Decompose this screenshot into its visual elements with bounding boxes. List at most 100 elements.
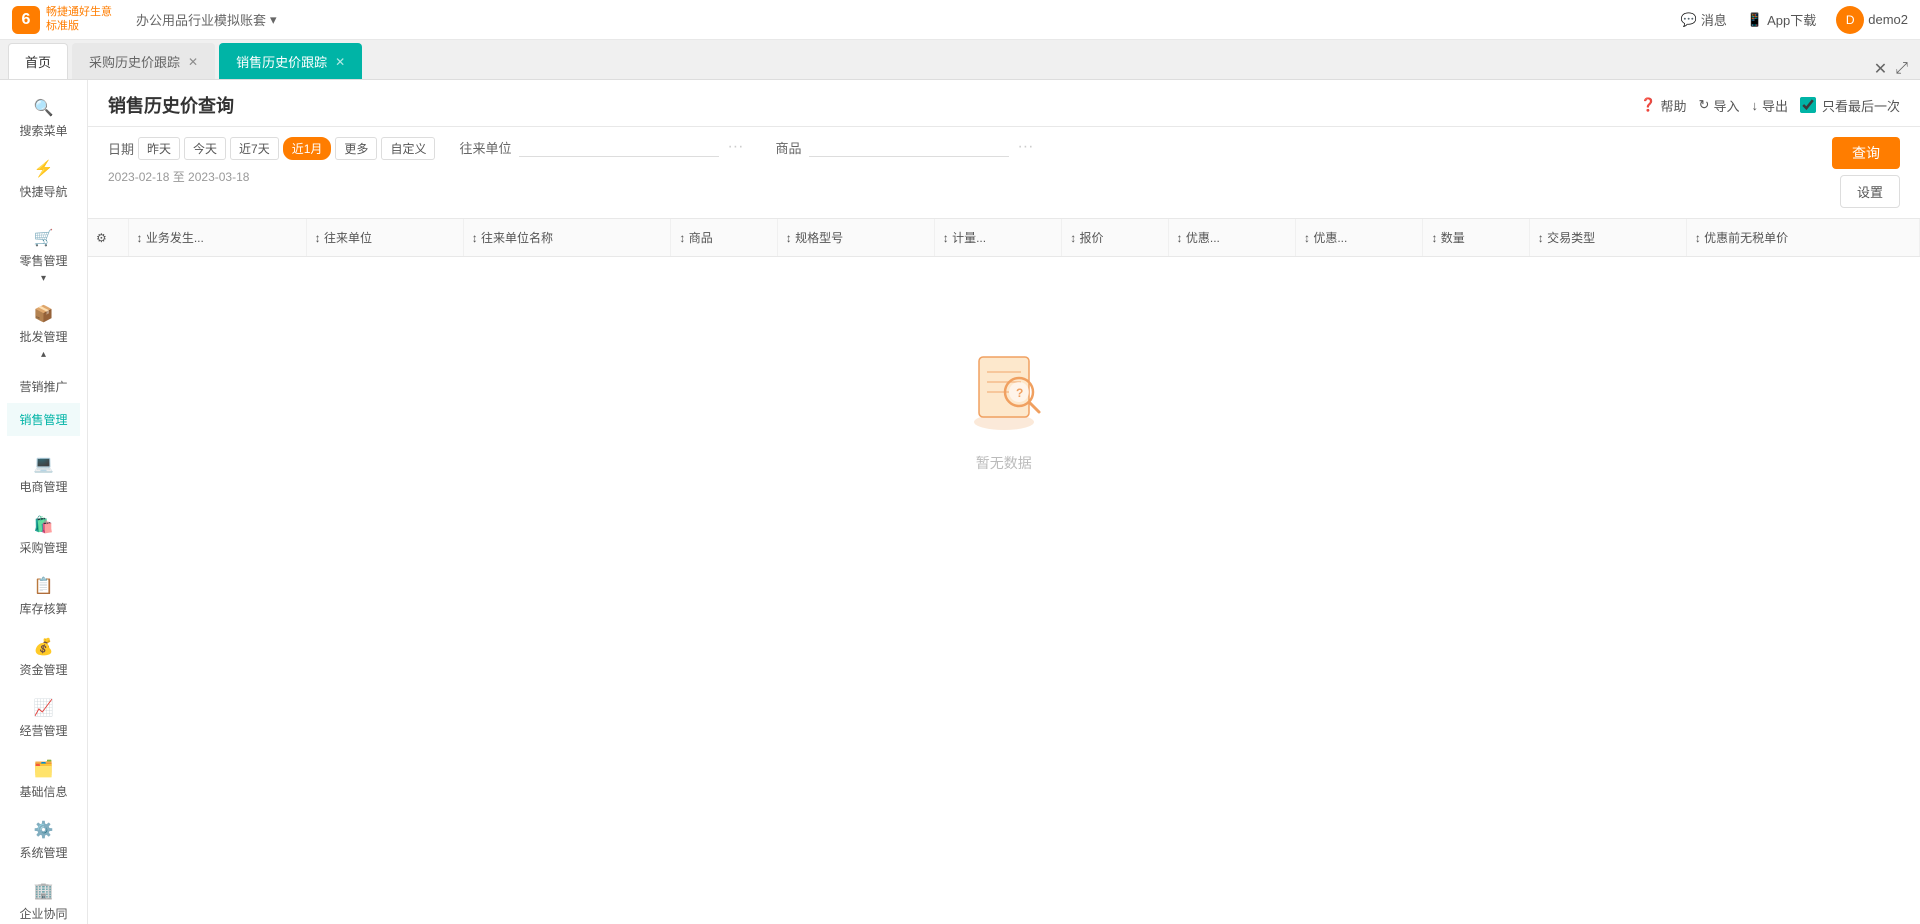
sidebar-item-finance[interactable]: 💰 资金管理: [0, 627, 87, 688]
retail-chevron-icon: ▾: [41, 273, 46, 284]
import-button[interactable]: ↻ 导入: [1699, 96, 1740, 115]
search-icon: 🔍: [34, 98, 54, 118]
retail-icon: 🛒: [34, 228, 54, 248]
sidebar-quick-nav-label: 快捷导航: [19, 183, 67, 200]
sidebar-item-purchase[interactable]: 🛍️ 采购管理: [0, 505, 87, 566]
query-button[interactable]: 查询: [1832, 137, 1900, 169]
chat-button[interactable]: 💬 消息: [1681, 10, 1727, 29]
tab-purchase-history[interactable]: 采购历史价跟踪 ✕: [72, 43, 215, 79]
sidebar-retail-label: 零售管理: [19, 252, 67, 269]
page-title: 销售历史价查询: [108, 92, 234, 118]
sidebar-item-base-info[interactable]: 🗂️ 基础信息: [0, 749, 87, 810]
logo-icon: 6: [12, 6, 40, 34]
th-trade-type: ↕ 交易类型: [1529, 219, 1686, 257]
tab-actions: ✕ ⤢: [1874, 59, 1920, 79]
sidebar-wholesale-label: 批发管理: [19, 328, 67, 345]
mid-filters: 往来单位 ··· 商品 ···: [459, 137, 1808, 157]
product-dots[interactable]: ···: [1017, 138, 1033, 156]
sidebar-item-system[interactable]: ⚙️ 系统管理: [0, 810, 87, 871]
sidebar-base-info-label: 基础信息: [19, 783, 67, 800]
wholesale-chevron-icon: ▴: [41, 349, 46, 360]
tab-sales-history[interactable]: 销售历史价跟踪 ✕: [219, 43, 362, 79]
date-btn-1month[interactable]: 近1月: [283, 137, 332, 160]
date-btn-today[interactable]: 今天: [184, 137, 226, 160]
quick-nav-icon: ⚡: [34, 159, 54, 179]
maximize-button[interactable]: ⤢: [1895, 60, 1908, 78]
sidebar-item-operations[interactable]: 📈 经营管理: [0, 688, 87, 749]
tab-home-label: 首页: [25, 52, 51, 71]
base-info-icon: 🗂️: [34, 759, 54, 779]
view-last-label: 只看最后一次: [1822, 96, 1900, 115]
filter-top: 日期 昨天 今天 近7天 近1月 更多 自定义 2023-02-18 至 202…: [108, 137, 1900, 208]
top-bar: 6 畅捷通好生意 标准版 办公用品行业模拟账套 ▾ 💬 消息 📱 App下载 D…: [0, 0, 1920, 40]
tab-sales-history-close[interactable]: ✕: [335, 55, 345, 69]
import-label: 导入: [1713, 96, 1739, 115]
page-actions: ❓ 帮助 ↻ 导入 ↓ 导出 只看最后一次: [1640, 96, 1900, 115]
tab-purchase-history-close[interactable]: ✕: [188, 55, 198, 69]
workspace-selector[interactable]: 办公用品行业模拟账套 ▾: [136, 10, 277, 29]
sidebar-purchase-label: 采购管理: [19, 539, 67, 556]
view-last-checkbox[interactable]: [1800, 97, 1816, 113]
sidebar: 🔍 搜索菜单 ⚡ 快捷导航 🛒 零售管理 ▾ 📦 批发管理 ▴ 营销推广 销售管…: [0, 80, 88, 924]
help-button[interactable]: ❓ 帮助: [1640, 96, 1686, 115]
settings-button[interactable]: 设置: [1840, 175, 1900, 208]
app-download-button[interactable]: 📱 App下载: [1747, 10, 1816, 29]
settings-gear-icon[interactable]: ⚙: [96, 231, 107, 245]
sidebar-item-retail[interactable]: 🛒 零售管理 ▾: [0, 218, 87, 294]
sidebar-search-label: 搜索菜单: [19, 122, 67, 139]
help-icon: ❓: [1640, 97, 1656, 113]
sidebar-item-quick-nav[interactable]: ⚡ 快捷导航: [0, 149, 87, 210]
empty-state: ? 暂无数据: [88, 257, 1920, 553]
empty-text: 暂无数据: [976, 453, 1032, 473]
tab-purchase-history-label: 采购历史价跟踪: [89, 52, 180, 71]
table-container: ⚙ ↕ 业务发生... ↕ 往来单位 ↕ 往来单位名称 ↕ 商品: [88, 219, 1920, 924]
close-tab-button[interactable]: ✕: [1874, 59, 1887, 79]
sidebar-item-wholesale[interactable]: 📦 批发管理 ▴: [0, 294, 87, 370]
th-biz-date: ↕ 业务发生...: [128, 219, 306, 257]
date-buttons-row: 日期 昨天 今天 近7天 近1月 更多 自定义: [108, 137, 435, 160]
product-input[interactable]: [809, 137, 1009, 157]
th-partner-name: ↕ 往来单位名称: [463, 219, 671, 257]
th-quantity: ↕ 数量: [1423, 219, 1529, 257]
sidebar-item-sales-mgmt[interactable]: 销售管理: [7, 403, 79, 436]
system-icon: ⚙️: [34, 820, 54, 840]
th-discount1: ↕ 优惠...: [1168, 219, 1295, 257]
logo-line2: 标准版: [46, 20, 112, 33]
workspace-name: 办公用品行业模拟账套: [136, 10, 266, 29]
sidebar-item-search[interactable]: 🔍 搜索菜单: [0, 88, 87, 149]
export-icon: ↓: [1751, 98, 1758, 113]
sidebar-item-marketing[interactable]: 营销推广: [7, 370, 79, 403]
finance-icon: 💰: [34, 637, 54, 657]
product-filter-group: 商品 ···: [775, 137, 1033, 157]
date-btn-custom[interactable]: 自定义: [381, 137, 435, 160]
sidebar-item-inventory[interactable]: 📋 库存核算: [0, 566, 87, 627]
user-name: demo2: [1868, 12, 1908, 27]
date-section: 日期 昨天 今天 近7天 近1月 更多 自定义 2023-02-18 至 202…: [108, 137, 435, 185]
tab-bar: 首页 采购历史价跟踪 ✕ 销售历史价跟踪 ✕ ✕ ⤢: [0, 40, 1920, 80]
purchase-icon: 🛍️: [34, 515, 54, 535]
top-bar-right: 💬 消息 📱 App下载 D demo2: [1681, 6, 1908, 34]
chat-icon: 💬: [1681, 12, 1697, 28]
date-btn-yesterday[interactable]: 昨天: [138, 137, 180, 160]
th-product: ↕ 商品: [671, 219, 777, 257]
th-quoted-price: ↕ 报价: [1062, 219, 1168, 257]
avatar: D: [1836, 6, 1864, 34]
partner-filter-group: 往来单位 ···: [459, 137, 743, 157]
sidebar-enterprise-label: 企业协同: [19, 905, 67, 922]
date-btn-more[interactable]: 更多: [335, 137, 377, 160]
partner-dots[interactable]: ···: [727, 138, 743, 156]
logo-area: 6 畅捷通好生意 标准版: [12, 6, 112, 34]
tab-home[interactable]: 首页: [8, 43, 68, 79]
workspace-chevron-icon: ▾: [270, 12, 277, 28]
partner-input[interactable]: [519, 137, 719, 157]
date-btn-7days[interactable]: 近7天: [230, 137, 279, 160]
user-menu[interactable]: D demo2: [1836, 6, 1908, 34]
sidebar-inventory-label: 库存核算: [19, 600, 67, 617]
sidebar-item-enterprise[interactable]: 🏢 企业协同: [0, 871, 87, 924]
partner-label: 往来单位: [459, 138, 511, 157]
main-layout: 🔍 搜索菜单 ⚡ 快捷导航 🛒 零售管理 ▾ 📦 批发管理 ▴ 营销推广 销售管…: [0, 80, 1920, 924]
sidebar-item-ecommerce[interactable]: 💻 电商管理: [0, 444, 87, 505]
export-button[interactable]: ↓ 导出: [1751, 96, 1788, 115]
th-unit: ↕ 计量...: [934, 219, 1061, 257]
top-bar-left: 6 畅捷通好生意 标准版 办公用品行业模拟账套 ▾: [12, 6, 277, 34]
